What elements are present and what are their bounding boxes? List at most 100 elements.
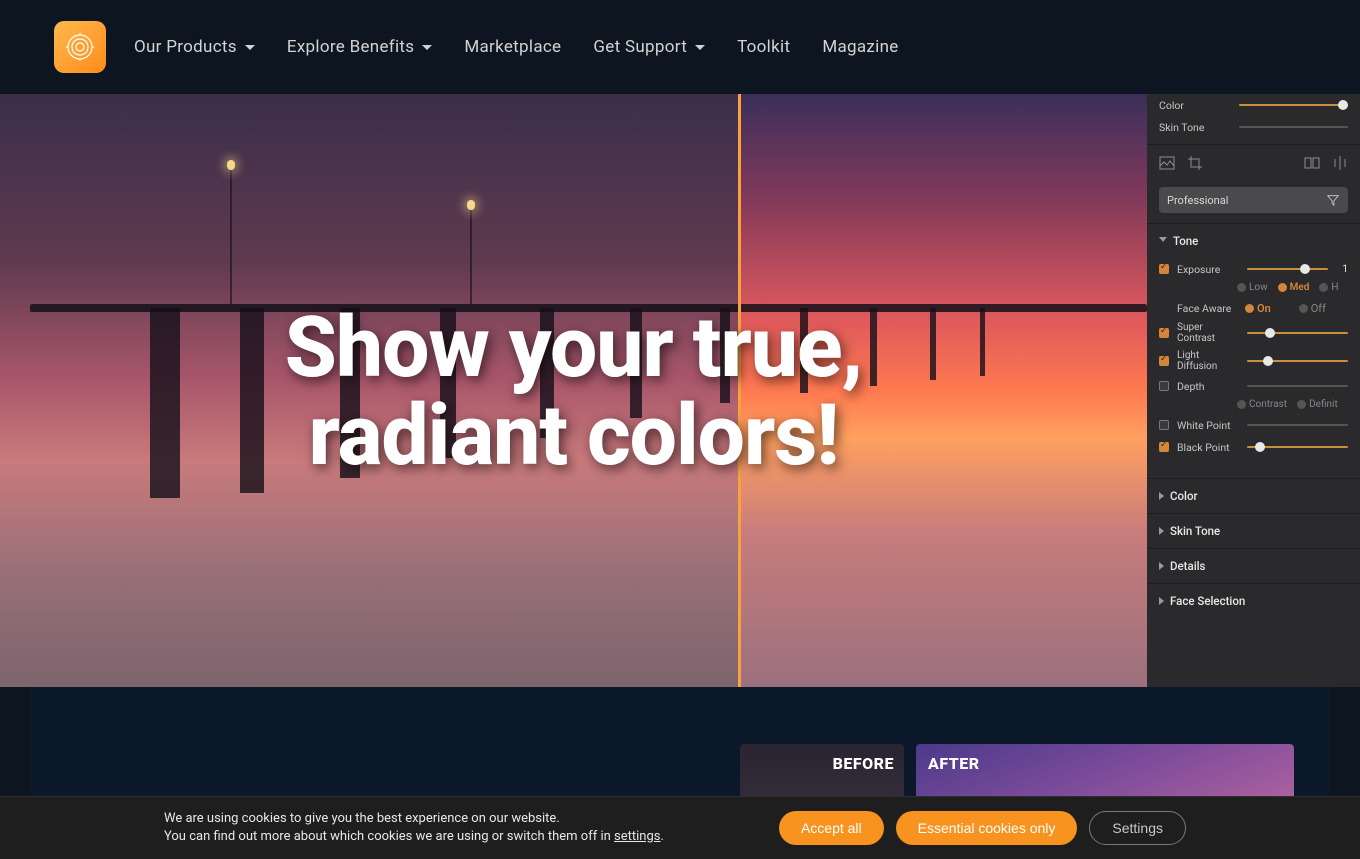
slider-track[interactable] [1247, 332, 1348, 334]
preset-select[interactable]: Professional [1159, 187, 1348, 213]
disclosure-triangle-icon [1159, 597, 1164, 605]
nav-label: Our Products [134, 37, 237, 57]
essential-cookies-button[interactable]: Essential cookies only [896, 811, 1078, 845]
section-skin-tone[interactable]: Skin Tone [1147, 513, 1360, 548]
checkbox[interactable] [1159, 442, 1169, 452]
checkbox[interactable] [1159, 420, 1169, 430]
mirror-icon[interactable] [1332, 155, 1348, 171]
slider-label: Black Point [1177, 441, 1239, 454]
before-label: BEFORE [833, 754, 894, 773]
radio-definition[interactable]: Definit [1297, 399, 1338, 410]
slider-track[interactable] [1247, 360, 1348, 362]
brand-logo[interactable] [54, 21, 106, 73]
chevron-down-icon [695, 45, 705, 50]
hero-title-line1: Show your true, [0, 304, 1147, 392]
nav-magazine[interactable]: Magazine [822, 37, 898, 57]
disclosure-triangle-icon [1159, 562, 1164, 570]
nav-label: Marketplace [464, 37, 561, 57]
slider-label: Super Contrast [1177, 322, 1239, 344]
lightbulb-spiral-icon [64, 31, 96, 63]
section-label: Details [1170, 559, 1205, 573]
split-horizontal-icon[interactable] [1304, 155, 1320, 171]
checkbox[interactable] [1159, 356, 1169, 366]
panel-toolbar [1147, 144, 1360, 181]
radio-high[interactable]: H [1319, 282, 1338, 293]
disclosure-triangle-icon [1159, 237, 1167, 246]
slider-white-point[interactable]: White Point [1147, 414, 1360, 436]
slider-skin-tone[interactable]: Skin Tone [1147, 116, 1360, 138]
section-label: Face Selection [1170, 594, 1245, 608]
slider-value: 1 [1336, 264, 1348, 275]
radio-off[interactable]: Off [1299, 302, 1326, 315]
exposure-intensity-radios: Low Med H [1147, 280, 1360, 297]
section-color[interactable]: Color [1147, 478, 1360, 513]
cookie-settings-button[interactable]: Settings [1089, 811, 1186, 845]
nav-label: Toolkit [737, 37, 790, 57]
chevron-down-icon [422, 45, 432, 50]
checkbox[interactable] [1159, 264, 1169, 274]
slider-knob[interactable] [1265, 328, 1275, 338]
section-tone[interactable]: Tone [1147, 223, 1360, 258]
depth-mode-radios: Contrast Definit [1147, 397, 1360, 414]
hero-title-line2: radiant colors! [0, 392, 1147, 480]
nav-get-support[interactable]: Get Support [593, 37, 705, 57]
slider-track[interactable] [1247, 446, 1348, 448]
after-label: AFTER [928, 754, 980, 773]
nav-marketplace[interactable]: Marketplace [464, 37, 561, 57]
slider-color[interactable]: Color [1147, 94, 1360, 116]
nav-toolkit[interactable]: Toolkit [737, 37, 790, 57]
image-icon[interactable] [1159, 155, 1175, 171]
slider-knob[interactable] [1300, 264, 1310, 274]
site-header: Our Products Explore Benefits Marketplac… [0, 0, 1360, 94]
slider-track[interactable] [1247, 268, 1328, 270]
slider-track[interactable] [1239, 126, 1348, 128]
nav-our-products[interactable]: Our Products [134, 37, 255, 57]
slider-track[interactable] [1247, 424, 1348, 426]
cookie-settings-link[interactable]: settings [614, 829, 660, 844]
filter-icon [1326, 193, 1340, 207]
row-label: Face Aware [1177, 302, 1237, 315]
slider-label: Skin Tone [1159, 121, 1231, 134]
disclosure-triangle-icon [1159, 527, 1164, 535]
cookie-line2: You can find out more about which cookie… [164, 828, 664, 846]
slider-knob[interactable] [1255, 442, 1265, 452]
hero-title: Show your true, radiant colors! [0, 304, 1147, 480]
edit-panel: Color Skin Tone Professional Tone Exposu… [1147, 94, 1360, 687]
radio-on[interactable]: On [1245, 302, 1271, 315]
section-label: Skin Tone [1170, 524, 1220, 538]
cookie-line1: We are using cookies to give you the bes… [164, 810, 664, 828]
disclosure-triangle-icon [1159, 492, 1164, 500]
slider-depth[interactable]: Depth [1147, 375, 1360, 397]
preset-value: Professional [1167, 194, 1228, 207]
radio-med[interactable]: Med [1278, 282, 1310, 293]
slider-label: White Point [1177, 419, 1239, 432]
radio-low[interactable]: Low [1237, 282, 1268, 293]
slider-label: Exposure [1177, 263, 1239, 276]
radio-contrast[interactable]: Contrast [1237, 399, 1287, 410]
section-face-selection[interactable]: Face Selection [1147, 583, 1360, 618]
accept-all-button[interactable]: Accept all [779, 811, 884, 845]
primary-nav: Our Products Explore Benefits Marketplac… [134, 37, 899, 57]
face-aware-toggle: Face Aware On Off [1147, 297, 1360, 319]
slider-knob[interactable] [1263, 356, 1273, 366]
nav-explore-benefits[interactable]: Explore Benefits [287, 37, 433, 57]
section-details[interactable]: Details [1147, 548, 1360, 583]
section-label: Tone [1173, 234, 1198, 248]
checkbox[interactable] [1159, 328, 1169, 338]
slider-label: Color [1159, 99, 1231, 112]
slider-exposure[interactable]: Exposure 1 [1147, 258, 1360, 280]
nav-label: Get Support [593, 37, 687, 57]
cookie-actions: Accept all Essential cookies only Settin… [779, 811, 1186, 845]
nav-label: Explore Benefits [287, 37, 415, 57]
checkbox[interactable] [1159, 381, 1169, 391]
slider-knob[interactable] [1338, 100, 1348, 110]
slider-light-diffusion[interactable]: Light Diffusion [1147, 347, 1360, 375]
slider-track[interactable] [1247, 385, 1348, 387]
cookie-banner: We are using cookies to give you the bes… [0, 796, 1360, 859]
cookie-text: We are using cookies to give you the bes… [164, 810, 664, 845]
slider-super-contrast[interactable]: Super Contrast [1147, 319, 1360, 347]
slider-track[interactable] [1239, 104, 1348, 106]
slider-black-point[interactable]: Black Point [1147, 436, 1360, 458]
slider-label: Light Diffusion [1177, 350, 1239, 372]
crop-icon[interactable] [1187, 155, 1203, 171]
